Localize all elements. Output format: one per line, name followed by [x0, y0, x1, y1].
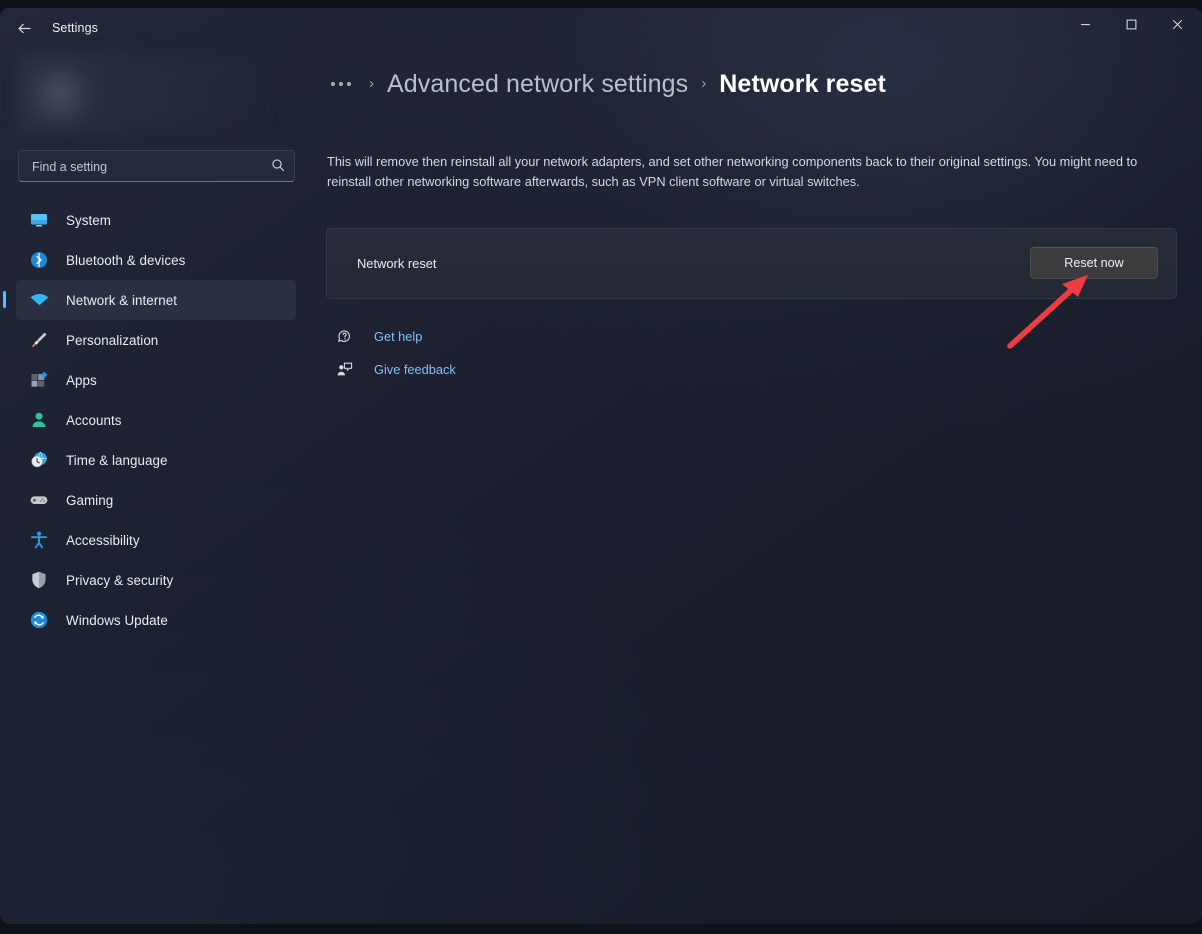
- title-bar: Settings: [0, 8, 1202, 48]
- person-icon: [28, 409, 50, 431]
- network-reset-card: Network reset Reset now: [326, 228, 1177, 299]
- search-input[interactable]: [30, 151, 264, 183]
- feedback-person-icon: [334, 360, 354, 380]
- breadcrumb-separator: ›: [701, 74, 707, 92]
- sidebar-item-label: Time & language: [66, 452, 168, 468]
- minimize-button[interactable]: [1062, 8, 1108, 40]
- get-help-link[interactable]: Get help: [324, 320, 724, 353]
- paintbrush-icon: [28, 329, 50, 351]
- sidebar-item-label: Accounts: [66, 412, 122, 428]
- window-title: Settings: [52, 21, 98, 35]
- sidebar-item-windows-update[interactable]: Windows Update: [16, 600, 296, 640]
- maximize-button[interactable]: [1108, 8, 1154, 40]
- clock-globe-icon: [28, 449, 50, 471]
- give-feedback-link[interactable]: Give feedback: [324, 353, 724, 386]
- sidebar-item-system[interactable]: System: [16, 200, 296, 240]
- sidebar-item-label: Apps: [66, 372, 97, 388]
- sidebar-item-network-internet[interactable]: Network & internet: [3, 280, 296, 320]
- shield-icon: [28, 569, 50, 591]
- breadcrumb: › Advanced network settings › Network re…: [326, 64, 886, 104]
- sidebar-item-label: System: [66, 212, 111, 228]
- sidebar-item-bluetooth-devices[interactable]: Bluetooth & devices: [16, 240, 296, 280]
- update-refresh-icon: [28, 609, 50, 631]
- search-box[interactable]: [18, 150, 295, 183]
- close-button[interactable]: [1154, 8, 1200, 40]
- card-label: Network reset: [357, 256, 437, 271]
- link-label: Get help: [374, 329, 423, 344]
- gamepad-icon: [28, 489, 50, 511]
- sidebar-item-accessibility[interactable]: Accessibility: [16, 520, 296, 560]
- help-question-icon: [334, 327, 354, 347]
- apps-grid-icon: [28, 369, 50, 391]
- page-description: This will remove then reinstall all your…: [327, 154, 1138, 189]
- accessibility-icon: [28, 529, 50, 551]
- sidebar-item-label: Accessibility: [66, 532, 140, 548]
- sidebar: System Bluetooth & devices: [0, 48, 312, 924]
- page-title: Network reset: [719, 69, 886, 98]
- breadcrumb-parent-link[interactable]: Advanced network settings: [387, 70, 688, 99]
- sidebar-nav: System Bluetooth & devices Network & int…: [0, 200, 312, 640]
- breadcrumb-overflow-icon[interactable]: [326, 78, 356, 90]
- back-arrow-icon[interactable]: [10, 15, 38, 41]
- sidebar-item-accounts[interactable]: Accounts: [16, 400, 296, 440]
- link-label: Give feedback: [374, 362, 456, 377]
- sidebar-item-label: Personalization: [66, 332, 159, 348]
- search-icon: [271, 158, 285, 177]
- sidebar-item-label: Bluetooth & devices: [66, 252, 186, 268]
- sidebar-item-label: Privacy & security: [66, 572, 174, 588]
- sidebar-item-label: Windows Update: [66, 612, 168, 628]
- wifi-icon: [28, 289, 50, 311]
- settings-window: Settings Find a setting System Bluetooth…: [0, 8, 1202, 924]
- bluetooth-icon: [28, 249, 50, 271]
- main-content: › Advanced network settings › Network re…: [312, 48, 1202, 924]
- sidebar-item-gaming[interactable]: Gaming: [16, 480, 296, 520]
- sidebar-item-privacy-security[interactable]: Privacy & security: [16, 560, 296, 600]
- reset-now-button[interactable]: Reset now: [1030, 247, 1158, 279]
- help-links: Get help Give feedback: [324, 320, 724, 386]
- breadcrumb-separator: ›: [369, 74, 374, 92]
- sidebar-item-personalization[interactable]: Personalization: [16, 320, 296, 360]
- sidebar-item-time-language[interactable]: Time & language: [16, 440, 296, 480]
- user-profile-blurred[interactable]: [18, 54, 268, 132]
- monitor-icon: [28, 209, 50, 231]
- sidebar-item-label: Gaming: [66, 492, 114, 508]
- sidebar-item-apps[interactable]: Apps: [16, 360, 296, 400]
- sidebar-item-label: Network & internet: [66, 292, 178, 308]
